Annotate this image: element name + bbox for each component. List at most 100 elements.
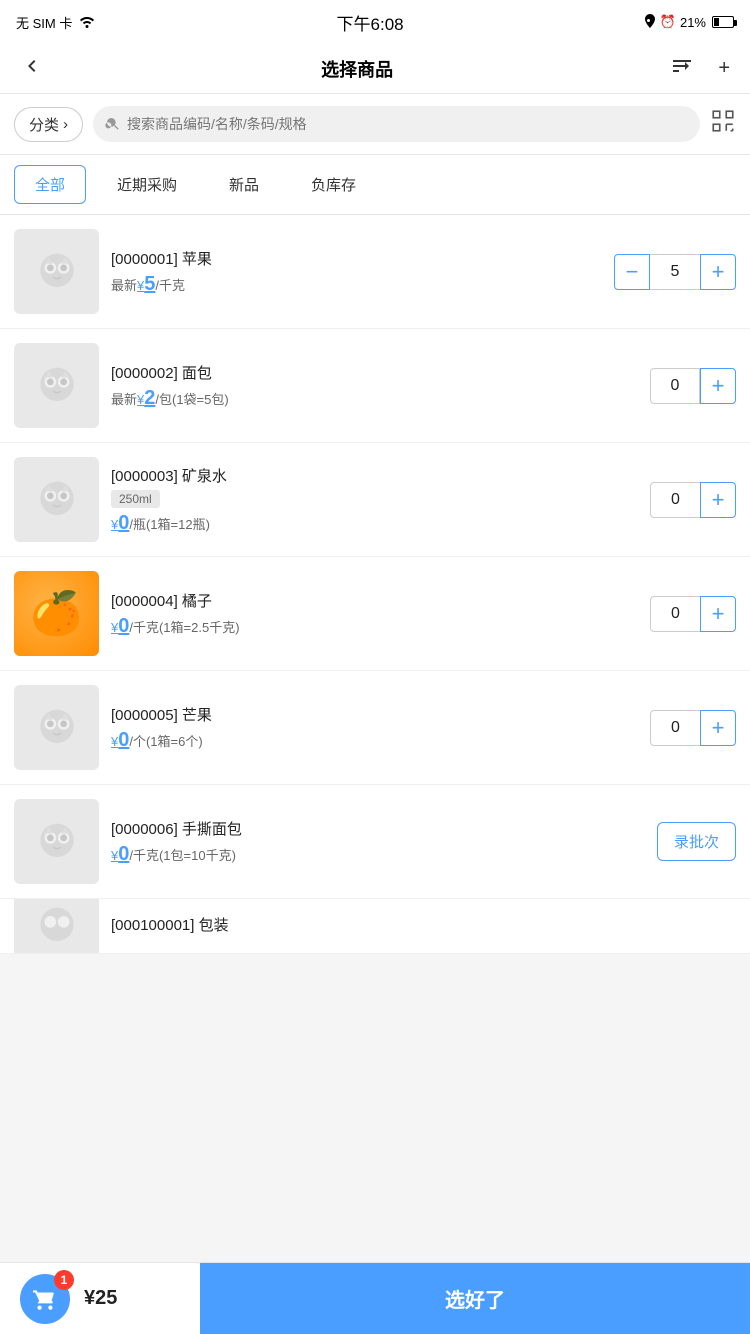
cart-badge: 1 xyxy=(54,1270,74,1290)
cart-total: ¥25 xyxy=(84,1287,117,1310)
category-button[interactable]: 分类 › xyxy=(14,107,83,142)
price-amount: 5 xyxy=(144,273,155,296)
product-info: [0000001] 苹果 最新 ¥ 5 /千克 xyxy=(111,248,602,296)
product-info: [0000005] 芒果 ¥ 0 /个(1箱=6个) xyxy=(111,704,638,752)
owl-logo-icon xyxy=(32,475,82,525)
quantity-input[interactable] xyxy=(650,596,700,632)
tab-bar: 全部 近期采购 新品 负库存 xyxy=(0,155,750,215)
price-label: 最新 xyxy=(111,275,137,294)
tab-recent[interactable]: 近期采购 xyxy=(96,165,198,204)
price-row: ¥ 0 /千克(1包=10千克) xyxy=(111,843,645,866)
product-name: [0000006] 手撕面包 xyxy=(111,818,645,839)
product-info: [0000006] 手撕面包 ¥ 0 /千克(1包=10千克) xyxy=(111,818,645,866)
search-icon xyxy=(105,116,121,132)
product-image xyxy=(14,457,99,542)
price-unit: /瓶(1箱=12瓶) xyxy=(129,514,210,533)
product-image xyxy=(14,229,99,314)
price-amount: 0 xyxy=(118,512,129,535)
product-info: [0000002] 面包 最新 ¥ 2 /包(1袋=5包) xyxy=(111,362,638,410)
product-item: [0000002] 面包 最新 ¥ 2 /包(1袋=5包) + xyxy=(0,329,750,443)
price-amount: 0 xyxy=(118,615,129,638)
price-currency: ¥ xyxy=(111,734,118,749)
product-name: [000100001] 包装 xyxy=(111,914,736,935)
product-image xyxy=(14,799,99,884)
cart-icon xyxy=(32,1286,58,1312)
product-info: [0000004] 橘子 ¥ 0 /千克(1箱=2.5千克) xyxy=(111,590,638,638)
price-row: ¥ 0 /千克(1箱=2.5千克) xyxy=(111,615,638,638)
product-image xyxy=(14,685,99,770)
price-unit: /千克(1包=10千克) xyxy=(129,845,236,864)
price-currency: ¥ xyxy=(137,278,144,293)
product-item: [0000004] 橘子 ¥ 0 /千克(1箱=2.5千克) + xyxy=(0,557,750,671)
increase-button[interactable]: + xyxy=(700,596,736,632)
product-list: [0000001] 苹果 最新 ¥ 5 /千克 − + xyxy=(0,215,750,1034)
add-button[interactable]: + xyxy=(714,53,734,84)
product-name: [0000004] 橘子 xyxy=(111,590,638,611)
nav-left xyxy=(16,50,48,88)
cart-button[interactable]: 1 xyxy=(20,1274,70,1324)
quantity-input[interactable] xyxy=(650,254,700,290)
battery-percent: 21% xyxy=(680,15,706,30)
tab-negative[interactable]: 负库存 xyxy=(290,165,377,204)
product-item: [0000006] 手撕面包 ¥ 0 /千克(1包=10千克) 录批次 xyxy=(0,785,750,899)
cart-area: 1 ¥25 xyxy=(0,1274,200,1324)
owl-logo-icon xyxy=(32,817,82,867)
back-button[interactable] xyxy=(16,50,48,88)
product-spec: 250ml xyxy=(111,490,160,508)
alarm-icon: ⏰ xyxy=(660,14,676,30)
product-name: [0000002] 面包 xyxy=(111,362,638,383)
status-right: ⏰ 21% xyxy=(644,14,734,31)
filter-button[interactable] xyxy=(666,50,698,88)
price-unit: /千克 xyxy=(155,275,185,294)
tab-new[interactable]: 新品 xyxy=(208,165,280,204)
owl-logo-icon xyxy=(32,703,82,753)
price-row: 最新 ¥ 5 /千克 xyxy=(111,273,602,296)
product-image xyxy=(14,571,99,656)
price-row: ¥ 0 /瓶(1箱=12瓶) xyxy=(111,512,638,535)
product-item: [0000005] 芒果 ¥ 0 /个(1箱=6个) + xyxy=(0,671,750,785)
product-item: [000100001] 包装 xyxy=(0,899,750,954)
status-bar: 无 SIM 卡 下午6:08 ⏰ 21% xyxy=(0,0,750,44)
price-amount: 0 xyxy=(118,843,129,866)
search-input[interactable] xyxy=(127,116,688,132)
battery-icon xyxy=(712,16,734,28)
product-name: [0000005] 芒果 xyxy=(111,704,638,725)
price-amount: 0 xyxy=(118,729,129,752)
product-item: [0000003] 矿泉水 250ml ¥ 0 /瓶(1箱=12瓶) + xyxy=(0,443,750,557)
search-wrapper xyxy=(93,106,700,142)
quantity-input[interactable] xyxy=(650,482,700,518)
nav-right: + xyxy=(666,50,734,88)
bottom-bar: 1 ¥25 选好了 xyxy=(0,1262,750,1334)
price-unit: /包(1袋=5包) xyxy=(155,389,228,408)
increase-button[interactable]: + xyxy=(700,254,736,290)
price-unit: /个(1箱=6个) xyxy=(129,731,202,750)
quantity-input[interactable] xyxy=(650,368,700,404)
product-image xyxy=(14,899,99,954)
status-time: 下午6:08 xyxy=(337,10,404,35)
filter-bar: 分类 › xyxy=(0,94,750,155)
price-currency: ¥ xyxy=(111,620,118,635)
increase-button[interactable]: + xyxy=(700,710,736,746)
price-currency: ¥ xyxy=(137,392,144,407)
owl-logo-icon xyxy=(32,901,82,951)
quantity-control: + xyxy=(650,710,736,746)
quantity-control: − + xyxy=(614,254,736,290)
decrease-button[interactable]: − xyxy=(614,254,650,290)
quantity-input[interactable] xyxy=(650,710,700,746)
price-label: 最新 xyxy=(111,389,137,408)
owl-logo-icon xyxy=(32,361,82,411)
wifi-icon xyxy=(78,14,96,31)
quantity-control: + xyxy=(650,596,736,632)
confirm-button[interactable]: 选好了 xyxy=(200,1263,750,1334)
nav-bar: 选择商品 + xyxy=(0,44,750,94)
increase-button[interactable]: + xyxy=(700,368,736,404)
product-info: [0000003] 矿泉水 250ml ¥ 0 /瓶(1箱=12瓶) xyxy=(111,465,638,535)
batch-button[interactable]: 录批次 xyxy=(657,822,736,861)
scan-icon[interactable] xyxy=(710,108,736,140)
product-info: [000100001] 包装 xyxy=(111,914,736,939)
page-title: 选择商品 xyxy=(321,56,393,82)
increase-button[interactable]: + xyxy=(700,482,736,518)
tab-all[interactable]: 全部 xyxy=(14,165,86,204)
price-unit: /千克(1箱=2.5千克) xyxy=(129,617,239,636)
status-carrier: 无 SIM 卡 xyxy=(16,13,96,32)
